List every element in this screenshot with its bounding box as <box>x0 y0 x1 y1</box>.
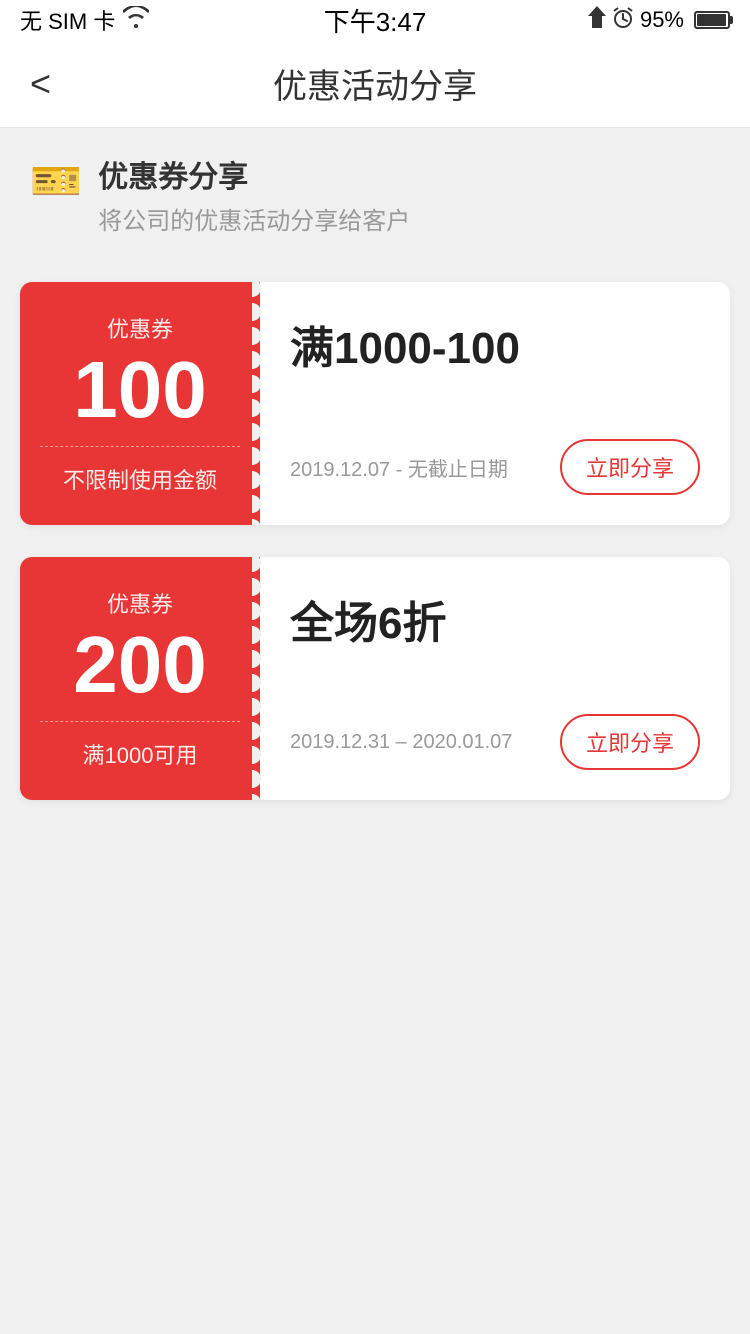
coupon-2-right: 全场6折 2019.12.31 – 2020.01.07 立即分享 <box>260 557 730 800</box>
share-button-1[interactable]: 立即分享 <box>560 439 700 495</box>
coupon-1-condition: 不限制使用金额 <box>63 463 217 495</box>
coupon-2-condition: 满1000可用 <box>83 738 198 770</box>
alarm-icon <box>612 6 634 34</box>
coupon-list: 优惠券 100 不限制使用金额 满1000-100 2019.12.07 - 无… <box>0 256 750 826</box>
section-title: 优惠券分享 <box>98 158 410 197</box>
coupon-card-1: 优惠券 100 不限制使用金额 满1000-100 2019.12.07 - 无… <box>20 282 730 525</box>
battery-icon <box>694 11 730 29</box>
bottom-spacer <box>0 826 750 1226</box>
coupon-2-date: 2019.12.31 – 2020.01.07 <box>290 731 560 754</box>
section-subtitle: 将公司的优惠活动分享给客户 <box>98 201 410 236</box>
section-text: 优惠券分享 将公司的优惠活动分享给客户 <box>98 158 410 236</box>
coupon-2-title: 全场6折 <box>290 587 700 651</box>
section-icon: 🎫 <box>30 160 82 202</box>
coupon-card-2: 优惠券 200 满1000可用 全场6折 2019.12.31 – 2020.0… <box>20 557 730 800</box>
coupon-2-type: 优惠券 <box>107 587 173 619</box>
coupon-1-value: 100 <box>73 350 206 430</box>
page-title: 优惠活动分享 <box>273 59 477 108</box>
carrier-text: 无 SIM 卡 <box>20 4 115 36</box>
coupon-1-title: 满1000-100 <box>290 312 700 376</box>
location-icon <box>588 6 606 34</box>
coupon-1-date: 2019.12.07 - 无截止日期 <box>290 453 560 482</box>
coupon-1-footer: 2019.12.07 - 无截止日期 立即分享 <box>290 439 700 495</box>
wifi-icon <box>123 6 149 34</box>
section-header: 🎫 优惠券分享 将公司的优惠活动分享给客户 <box>0 128 750 256</box>
share-button-2[interactable]: 立即分享 <box>560 714 700 770</box>
coupon-1-type: 优惠券 <box>107 312 173 344</box>
nav-bar: < 优惠活动分享 <box>0 40 750 128</box>
battery-text: 95% <box>640 7 684 33</box>
status-bar: 无 SIM 卡 下午3:47 95% <box>0 0 750 40</box>
back-button[interactable]: < <box>30 63 51 105</box>
status-left: 无 SIM 卡 <box>20 4 149 36</box>
status-right: 95% <box>588 6 730 34</box>
coupon-2-value: 200 <box>73 625 206 705</box>
coupon-2-footer: 2019.12.31 – 2020.01.07 立即分享 <box>290 714 700 770</box>
coupon-1-right: 满1000-100 2019.12.07 - 无截止日期 立即分享 <box>260 282 730 525</box>
status-time: 下午3:47 <box>324 2 427 39</box>
